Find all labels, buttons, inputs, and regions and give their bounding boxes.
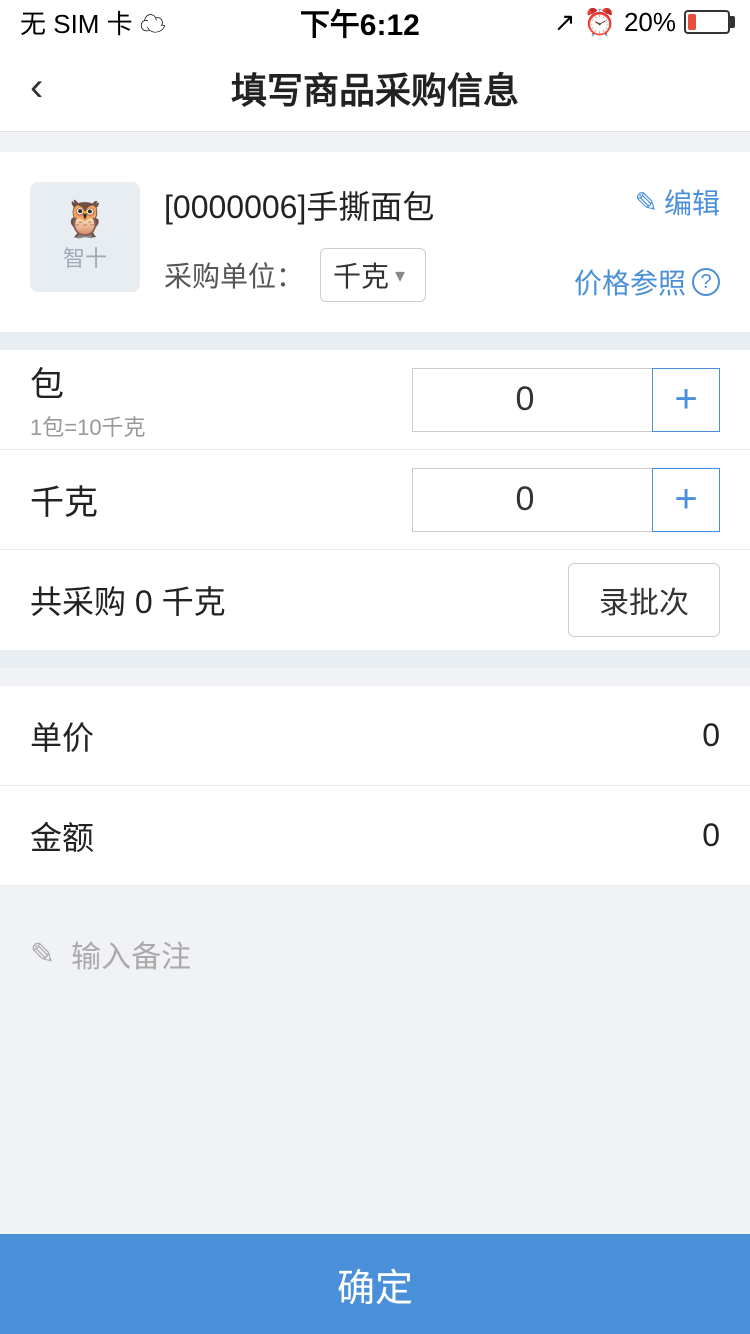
unit-price-row: 单价 0 (0, 686, 750, 786)
summary-label: 共采购 (30, 584, 126, 620)
price-section: 单价 0 金额 0 (0, 686, 750, 886)
unit-price-label: 单价 (30, 713, 94, 759)
status-left: 无 SIM 卡 ☁ (20, 4, 166, 41)
summary-row: 共采购 0 千克 录批次 (0, 550, 750, 650)
page-title: 填写商品采购信息 (231, 62, 519, 114)
batch-button[interactable]: 录批次 (568, 563, 720, 637)
edit-button[interactable]: ✎ 编辑 (635, 182, 720, 222)
product-card: 🦉 智十 [0000006]手撕面包 采购单位： 千克 ▾ ✎ 编辑 价格参照 … (0, 152, 750, 332)
bag-input-controls: + (150, 368, 720, 432)
section-divider-2 (0, 650, 750, 668)
unit-label: 采购单位： (164, 255, 304, 295)
bag-label-sub: 1包=10千克 (30, 410, 150, 442)
summary-value: 0 (135, 584, 162, 620)
bag-label-main: 包 (30, 357, 150, 406)
kg-label-main: 千克 (30, 475, 150, 524)
back-button[interactable]: ‹ (30, 65, 43, 110)
input-section: 包 1包=10千克 + 千克 + 共采购 0 千克 录批次 (0, 350, 750, 650)
chevron-down-icon: ▾ (395, 263, 405, 288)
amount-row: 金额 0 (0, 786, 750, 886)
unit-dropdown[interactable]: 千克 ▾ (320, 248, 426, 302)
kg-input-row: 千克 + (0, 450, 750, 550)
alarm-icon: ⏰ (584, 7, 616, 38)
unit-value: 千克 (333, 255, 389, 295)
battery-icon (684, 10, 730, 34)
sim-status: 无 SIM 卡 ☁ (20, 4, 166, 41)
help-icon: ? (692, 268, 720, 296)
summary-text: 共采购 0 千克 (30, 577, 226, 623)
amount-value: 0 (702, 817, 720, 854)
product-owl-icon: 🦉 (63, 201, 108, 237)
section-divider-1 (0, 332, 750, 350)
price-ref-button[interactable]: 价格参照 ? (574, 262, 720, 302)
battery-percent: 20% (624, 7, 676, 38)
bag-number-input[interactable] (412, 368, 652, 432)
location-icon: ↗ (554, 7, 576, 38)
kg-input-controls: + (150, 468, 720, 532)
confirm-button[interactable]: 确定 (0, 1234, 750, 1334)
status-right: ↗ ⏰ 20% (554, 7, 730, 38)
nav-bar: ‹ 填写商品采购信息 (0, 44, 750, 132)
product-brand: 智十 (63, 241, 107, 273)
kg-plus-button[interactable]: + (652, 468, 720, 532)
status-time: 下午6:12 (300, 0, 420, 44)
kg-number-input[interactable] (412, 468, 652, 532)
bag-label: 包 1包=10千克 (30, 357, 150, 442)
pencil-icon: ✎ (30, 937, 55, 972)
product-thumbnail: 🦉 智十 (30, 182, 140, 292)
summary-unit: 千克 (162, 584, 226, 620)
edit-icon: ✎ (635, 186, 658, 219)
note-placeholder: 输入备注 (71, 932, 191, 976)
price-ref-label: 价格参照 (574, 262, 686, 302)
kg-label: 千克 (30, 475, 150, 524)
amount-label: 金额 (30, 813, 94, 859)
bag-plus-button[interactable]: + (652, 368, 720, 432)
edit-label: 编辑 (664, 182, 720, 222)
unit-price-value: 0 (702, 717, 720, 754)
note-section[interactable]: ✎ 输入备注 (0, 904, 750, 1004)
bag-input-row: 包 1包=10千克 + (0, 350, 750, 450)
status-bar: 无 SIM 卡 ☁ 下午6:12 ↗ ⏰ 20% (0, 0, 750, 44)
